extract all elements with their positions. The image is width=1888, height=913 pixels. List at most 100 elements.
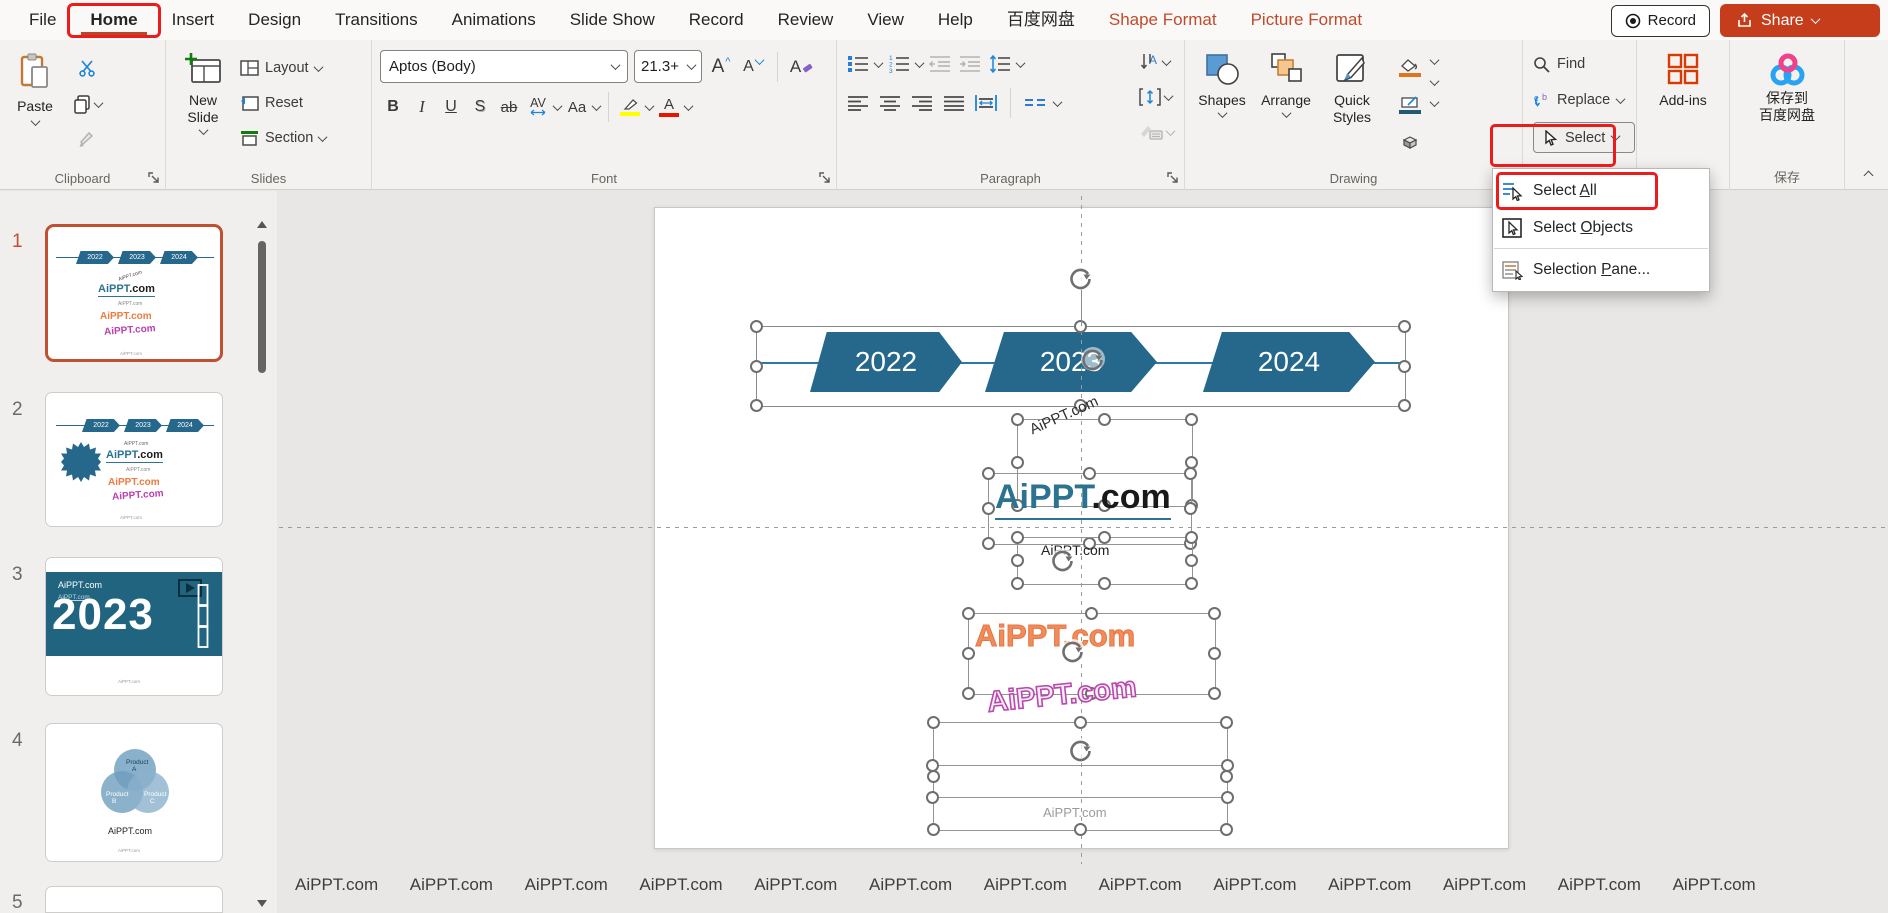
share-button[interactable]: Share [1720,4,1880,37]
slide-thumbnail-4[interactable]: Product A Product B Product C AiPPT.com AiP… [45,723,223,862]
rotate-handle[interactable] [1068,737,1094,763]
scroll-up-icon[interactable] [257,221,267,228]
thumbnail-scrollbar[interactable] [255,219,269,909]
align-right-button[interactable] [909,89,935,117]
character-spacing-chevron-icon[interactable] [552,100,563,111]
align-center-button[interactable] [877,89,903,117]
text-shadow-button[interactable]: S [467,93,493,121]
new-slide-button[interactable]: New Slide [174,50,232,162]
selection-handle[interactable] [1011,531,1024,544]
selection-handle[interactable] [1398,399,1411,412]
columns-button[interactable] [1022,89,1048,117]
shape-effects-chevron-icon[interactable] [1429,97,1440,108]
shape-fill-button[interactable] [1397,54,1423,82]
selection-handle[interactable] [927,716,940,729]
font-dialog-launcher[interactable] [819,172,831,184]
align-text-button[interactable] [1139,83,1174,111]
character-spacing-button[interactable]: AV [525,93,551,121]
paste-button[interactable]: Paste [8,50,62,162]
selection-handle[interactable] [1221,791,1234,804]
replace-button[interactable]: bc Replace [1533,86,1628,114]
menu-item-select-all[interactable]: Select All [1493,172,1709,209]
menu-item-selection-pane[interactable]: Selection Pane... [1493,251,1709,288]
line-spacing-chevron-icon[interactable] [1015,57,1026,68]
reset-button[interactable]: Reset [240,89,326,117]
copy-button[interactable] [72,90,104,118]
selection-handle[interactable] [1398,359,1411,373]
scroll-down-icon[interactable] [257,900,267,907]
align-left-button[interactable] [845,89,871,117]
shapes-button[interactable]: Shapes [1193,50,1251,162]
selection-handle[interactable] [1208,607,1221,620]
tab-picture-format[interactable]: Picture Format [1234,0,1379,40]
selection-handle[interactable] [1011,577,1024,590]
rotate-handle[interactable] [1080,346,1106,372]
shape-outline-button[interactable] [1397,91,1423,119]
tab-design[interactable]: Design [231,0,318,40]
record-button[interactable]: Record [1610,4,1710,37]
selection-handle[interactable] [962,607,975,620]
line-spacing-button[interactable] [987,50,1013,78]
section-button[interactable]: Section [240,124,328,152]
selection-handle[interactable] [1184,467,1197,480]
selection-handle[interactable] [1011,456,1024,469]
selection-handle[interactable] [1185,577,1198,590]
selection-handle[interactable] [1011,554,1024,567]
watermark-orange-text[interactable]: AiPPT.com [974,618,1135,654]
bullets-button[interactable] [845,50,871,78]
highlight-color-chevron-icon[interactable] [644,100,655,111]
shape-outline-chevron-icon[interactable] [1429,76,1440,87]
selection-handle[interactable] [1184,502,1197,515]
format-painter-button[interactable] [72,126,102,154]
selection-handle[interactable] [1208,687,1221,700]
selection-handle[interactable] [1073,716,1087,729]
numbering-chevron-icon[interactable] [914,57,925,68]
selection-handle[interactable] [982,537,995,550]
slide-thumbnail-2[interactable]: 2022 2023 2024 AiPPT.com AiPPT.com AiPPT… [45,392,223,527]
bold-button[interactable]: B [380,93,406,121]
decrease-indent-button[interactable] [927,50,953,78]
selection-handle[interactable] [1208,647,1221,660]
justify-button[interactable] [941,89,967,117]
selection-handle[interactable] [750,399,763,412]
selection-handle[interactable] [962,647,975,660]
selection-handle[interactable] [926,759,939,772]
watermark-large-text[interactable]: AiPPT.com [995,478,1171,520]
slide-canvas-area[interactable]: 2022 2023 2024 AiPPT.com AiPPT.com AiPPT… [277,191,1888,913]
distribute-text-button[interactable] [973,89,999,117]
tab-animations[interactable]: Animations [435,0,553,40]
selection-handle[interactable] [927,823,940,836]
selection-handle[interactable] [1221,759,1234,772]
change-case-chevron-icon[interactable] [591,100,602,111]
quick-styles-button[interactable]: Quick Styles [1321,50,1383,162]
selection-handle[interactable] [982,502,995,515]
save-to-baidu-button[interactable]: 保存到 百度网盘 [1738,50,1836,162]
cut-button[interactable] [72,54,102,82]
change-case-button[interactable]: Aa [564,93,590,121]
shape-effects-button[interactable] [1397,128,1423,156]
decrease-font-size-button[interactable]: A [740,53,766,81]
highlight-color-button[interactable] [617,93,643,121]
tab-shape-format[interactable]: Shape Format [1092,0,1234,40]
shape-fill-chevron-icon[interactable] [1429,55,1440,66]
tab-record[interactable]: Record [672,0,761,40]
rotate-handle[interactable] [1060,638,1086,664]
rotate-handle[interactable] [1068,265,1094,291]
tab-file[interactable]: File [12,0,73,40]
tab-baidu-netdisk[interactable]: 百度网盘 [990,0,1092,40]
slide-thumbnail-3[interactable]: AiPPT.com AiPPT.com 2023 AiPPT.com [45,557,223,696]
watermark-small-gray-text[interactable]: AiPPT.com [1043,805,1107,820]
selection-handle[interactable] [1185,413,1198,426]
numbering-button[interactable]: 123 [886,50,912,78]
selection-handle[interactable] [1220,716,1233,729]
tab-insert[interactable]: Insert [155,0,232,40]
strikethrough-button[interactable]: ab [496,93,522,121]
selection-handle[interactable] [1073,823,1087,836]
font-size-combo[interactable]: 21.3+ [634,50,702,83]
find-button[interactable]: Find [1533,50,1628,78]
tab-slide-show[interactable]: Slide Show [553,0,672,40]
tab-review[interactable]: Review [761,0,851,40]
paragraph-dialog-launcher[interactable] [1167,172,1179,184]
increase-indent-button[interactable] [957,50,983,78]
menu-item-select-objects[interactable]: Select Objects [1493,209,1709,246]
